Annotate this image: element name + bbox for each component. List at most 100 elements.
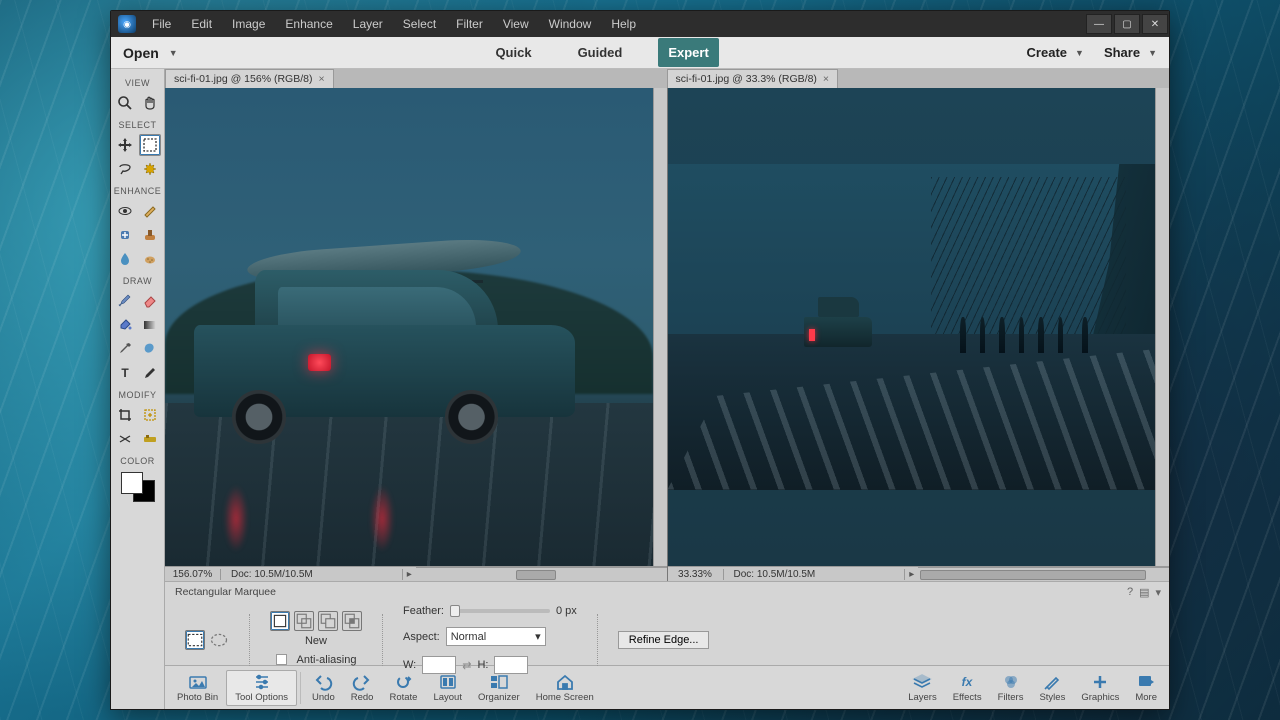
open-label: Open	[123, 45, 159, 61]
lasso-tool[interactable]	[114, 158, 136, 180]
width-input[interactable]	[422, 656, 456, 674]
chevron-down-icon: ▼	[1075, 48, 1084, 58]
antialias-checkbox[interactable]	[276, 654, 287, 665]
mode-intersect[interactable]	[342, 611, 362, 631]
bb-label: Layout	[433, 692, 462, 703]
open-button[interactable]: Open ▼	[123, 45, 178, 61]
blur-tool[interactable]	[114, 248, 136, 270]
mode-subtract[interactable]	[318, 611, 338, 631]
bb-label: Home Screen	[536, 692, 594, 703]
mode-new[interactable]	[270, 611, 290, 631]
minimize-button[interactable]: ―	[1086, 14, 1112, 34]
quick-select-tool[interactable]	[139, 158, 161, 180]
scrollbar-horizontal[interactable]	[416, 567, 667, 581]
aspect-label: Aspect:	[403, 631, 440, 643]
bb-label: Layers	[908, 692, 937, 703]
bb-label: Undo	[312, 692, 335, 703]
menu-edit[interactable]: Edit	[182, 13, 221, 35]
bb-label: Rotate	[389, 692, 417, 703]
brush-tool[interactable]	[114, 290, 136, 312]
canvas-right[interactable]	[668, 88, 1156, 566]
height-input[interactable]	[494, 656, 528, 674]
whiten-tool[interactable]	[139, 200, 161, 222]
chevron-down-icon[interactable]: ▾	[1155, 586, 1161, 599]
straighten-tool[interactable]	[114, 428, 136, 450]
maximize-button[interactable]: ▢	[1114, 14, 1140, 34]
create-button[interactable]: Create ▼	[1027, 45, 1084, 60]
scrollbar-horizontal[interactable]	[918, 567, 1169, 581]
doc-tab-left[interactable]: sci-fi-01.jpg @ 156% (RGB/8) ×	[165, 69, 334, 88]
move-tool[interactable]	[114, 134, 136, 156]
swap-icon[interactable]: ⇄	[462, 659, 471, 672]
menu-bar: File Edit Image Enhance Layer Select Fil…	[143, 13, 645, 35]
refine-edge-button[interactable]: Refine Edge...	[618, 631, 710, 649]
create-label: Create	[1027, 45, 1067, 60]
tool-palette: VIEW SELECT ENHANCE DRAW	[111, 69, 165, 709]
foreground-color[interactable]	[121, 472, 143, 494]
gradient-tool[interactable]	[139, 314, 161, 336]
chevron-right-icon[interactable]: ▸	[904, 569, 918, 580]
titlebar[interactable]: ◉ File Edit Image Enhance Layer Select F…	[111, 11, 1169, 37]
close-tab-icon[interactable]: ×	[318, 73, 324, 85]
scrollbar-vertical[interactable]	[1155, 88, 1169, 566]
doc-info: Doc: 10.5M/10.5M	[724, 569, 905, 580]
sponge-tool[interactable]	[139, 248, 161, 270]
text-tool[interactable]: T	[114, 362, 136, 384]
menu-layer[interactable]: Layer	[344, 13, 392, 35]
color-swatches[interactable]	[121, 472, 155, 502]
app-window: ◉ File Edit Image Enhance Layer Select F…	[110, 10, 1170, 710]
menu-select[interactable]: Select	[394, 13, 445, 35]
chevron-right-icon[interactable]: ▸	[402, 569, 416, 580]
doc-tab-right[interactable]: sci-fi-01.jpg @ 33.3% (RGB/8)×	[667, 69, 839, 88]
eyedropper-tool[interactable]	[114, 338, 136, 360]
close-tab-icon[interactable]: ×	[823, 73, 829, 85]
close-button[interactable]: ✕	[1142, 14, 1168, 34]
menu-icon[interactable]: ▤	[1139, 586, 1149, 599]
marquee-rect[interactable]	[185, 630, 205, 650]
menu-help[interactable]: Help	[602, 13, 645, 35]
redeye-tool[interactable]	[114, 200, 136, 222]
share-button[interactable]: Share▼	[1104, 45, 1157, 60]
shape-tool[interactable]	[139, 338, 161, 360]
spot-heal-tool[interactable]	[114, 224, 136, 246]
tool-options-panel: Rectangular Marquee ? ▤ ▾ New Anti-alias…	[165, 581, 1169, 665]
marquee-tool[interactable]	[139, 134, 161, 156]
menu-view[interactable]: View	[494, 13, 538, 35]
mode-tabs: Quick Guided Expert	[485, 38, 718, 67]
pencil-tool[interactable]	[139, 362, 161, 384]
feather-slider[interactable]	[450, 609, 550, 613]
chevron-down-icon: ▼	[1148, 48, 1157, 58]
hand-tool[interactable]	[139, 92, 161, 114]
bb-label: Styles	[1039, 692, 1065, 703]
canvas-left[interactable]	[165, 88, 653, 566]
tab-expert[interactable]: Expert	[658, 38, 718, 67]
help-icon[interactable]: ?	[1127, 586, 1133, 599]
menu-enhance[interactable]: Enhance	[276, 13, 341, 35]
feather-label: Feather:	[403, 605, 444, 617]
marquee-ellipse[interactable]	[209, 630, 229, 650]
canvas-pane-right: 33.33% Doc: 10.5M/10.5M ▸	[667, 88, 1170, 581]
menu-window[interactable]: Window	[540, 13, 601, 35]
aspect-select[interactable]: Normal▾	[446, 627, 546, 646]
fill-tool[interactable]	[114, 314, 136, 336]
mode-add[interactable]	[294, 611, 314, 631]
group-draw: DRAW	[123, 276, 152, 286]
doc-tab-label: sci-fi-01.jpg @ 156% (RGB/8)	[174, 73, 312, 85]
tab-guided[interactable]: Guided	[568, 38, 633, 67]
crop-tool[interactable]	[114, 404, 136, 426]
zoom-value[interactable]: 33.33%	[668, 569, 724, 580]
eraser-tool[interactable]	[139, 290, 161, 312]
tab-quick[interactable]: Quick	[485, 38, 541, 67]
clone-tool[interactable]	[139, 224, 161, 246]
recompose-tool[interactable]	[139, 404, 161, 426]
menu-file[interactable]: File	[143, 13, 180, 35]
document-tabs: sci-fi-01.jpg @ 156% (RGB/8) × sci-fi-01.…	[165, 69, 1169, 88]
scrollbar-vertical[interactable]	[653, 88, 667, 566]
aspect-value: Normal	[451, 631, 486, 643]
zoom-tool[interactable]	[114, 92, 136, 114]
menu-image[interactable]: Image	[223, 13, 274, 35]
zoom-value[interactable]: 156.07%	[165, 569, 221, 580]
content-move-tool[interactable]	[139, 428, 161, 450]
group-view: VIEW	[125, 78, 150, 88]
menu-filter[interactable]: Filter	[447, 13, 492, 35]
